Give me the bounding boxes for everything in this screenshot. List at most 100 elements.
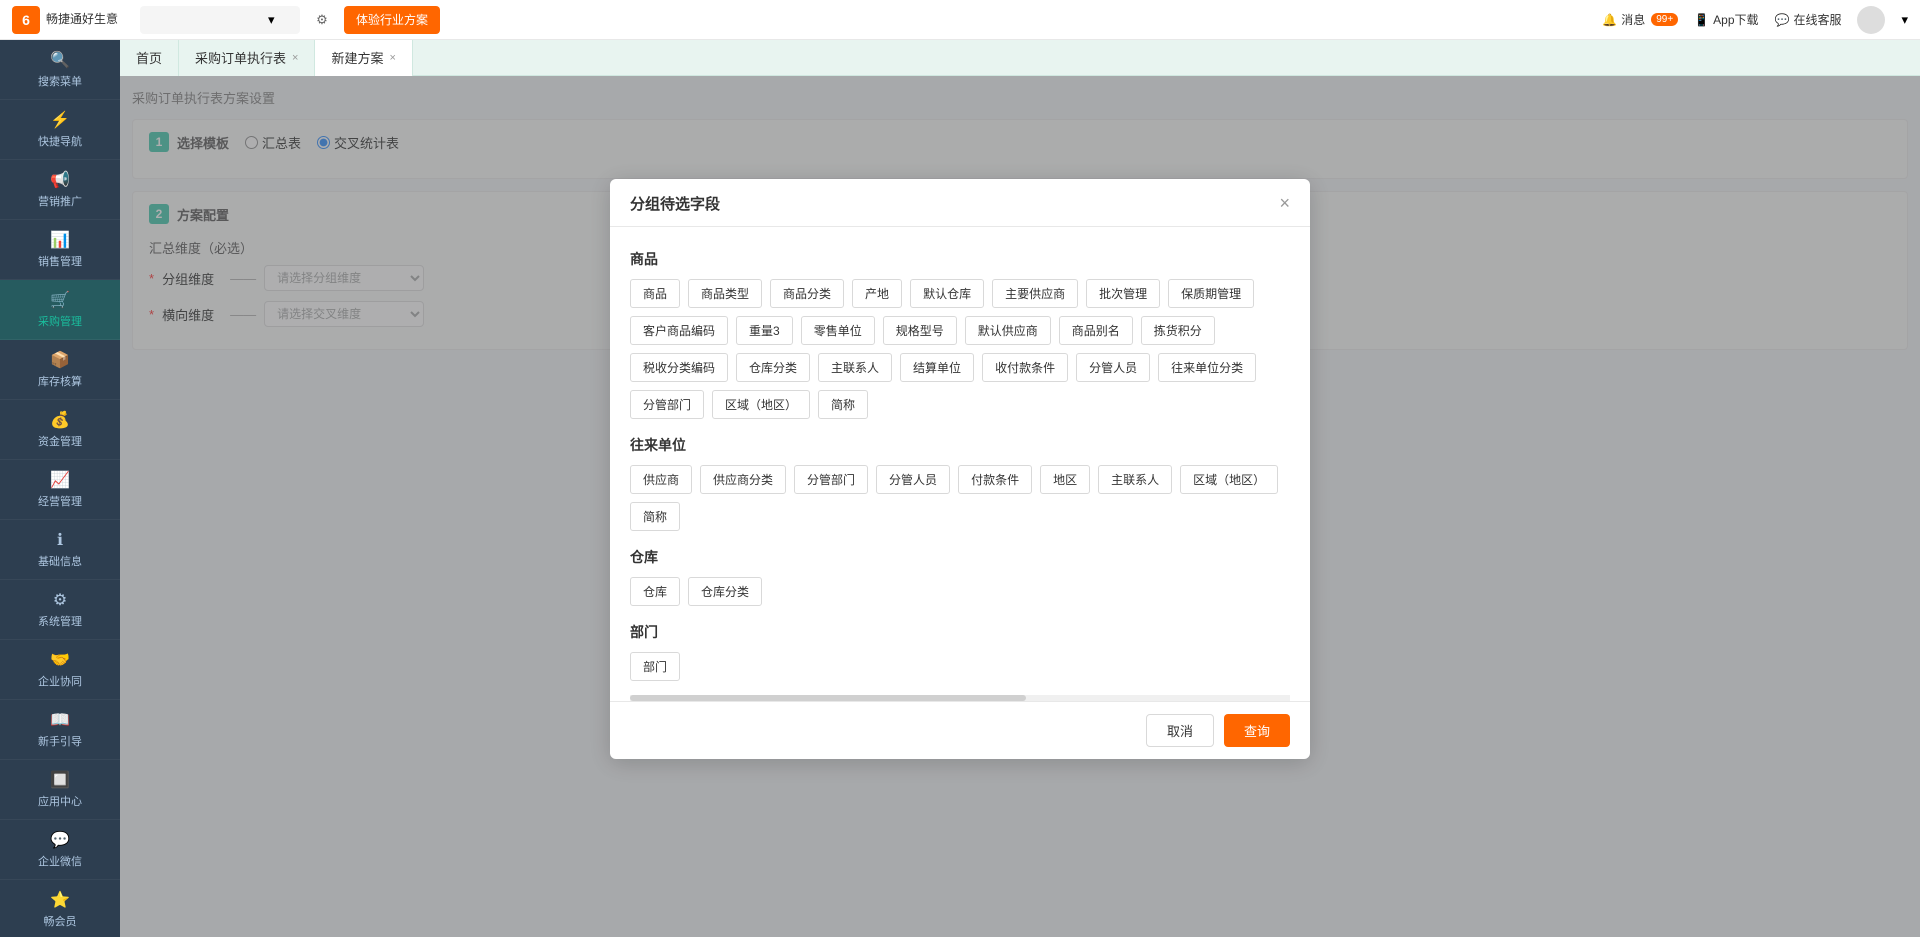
- sidebar-item-wechat[interactable]: 💬 企业微信: [0, 820, 120, 880]
- field-tag[interactable]: 主联系人: [1098, 465, 1172, 494]
- search-input[interactable]: [148, 13, 268, 27]
- modal-close-btn[interactable]: ×: [1279, 194, 1290, 212]
- tab-new-plan[interactable]: 新建方案 ×: [315, 40, 412, 76]
- field-tag[interactable]: 客户商品编码: [630, 316, 728, 345]
- field-tag[interactable]: 往来单位分类: [1158, 353, 1256, 382]
- search-icon: ▾: [268, 12, 275, 28]
- marketing-icon: 📢: [50, 170, 70, 190]
- field-section-title: 部门: [630, 622, 1290, 642]
- notification-label: 消息: [1621, 11, 1645, 28]
- avatar[interactable]: [1857, 6, 1885, 34]
- field-tag[interactable]: 分管人员: [1076, 353, 1150, 382]
- confirm-button[interactable]: 查询: [1224, 714, 1290, 747]
- sidebar-item-operations[interactable]: 📈 经营管理: [0, 460, 120, 520]
- app-download-item[interactable]: 📱 App下载: [1694, 11, 1758, 28]
- field-tag[interactable]: 分管部门: [794, 465, 868, 494]
- field-tag[interactable]: 商品类型: [688, 279, 762, 308]
- app-download-icon: 📱: [1694, 13, 1709, 27]
- field-tag[interactable]: 拣货积分: [1141, 316, 1215, 345]
- field-tag[interactable]: 主要供应商: [992, 279, 1078, 308]
- field-tag[interactable]: 商品别名: [1059, 316, 1133, 345]
- tab-home[interactable]: 首页: [120, 40, 179, 76]
- logo-icon: 6: [12, 6, 40, 34]
- sidebar-item-system[interactable]: ⚙ 系统管理: [0, 580, 120, 640]
- notification-icon: 🔔: [1602, 13, 1617, 27]
- field-tag[interactable]: 供应商: [630, 465, 692, 494]
- field-tag[interactable]: 默认仓库: [910, 279, 984, 308]
- field-grid: 部门: [630, 652, 1290, 681]
- field-tag[interactable]: 部门: [630, 652, 680, 681]
- modal-body: 商品商品商品类型商品分类产地默认仓库主要供应商批次管理保质期管理客户商品编码重量…: [610, 227, 1310, 695]
- field-grid: 商品商品类型商品分类产地默认仓库主要供应商批次管理保质期管理客户商品编码重量3 零…: [630, 279, 1290, 419]
- field-tag[interactable]: 产地: [852, 279, 902, 308]
- online-service-item[interactable]: 💬 在线客服: [1775, 11, 1842, 28]
- field-grid: 供应商供应商分类分管部门分管人员付款条件地区主联系人区域（地区） 简称: [630, 465, 1290, 531]
- sales-icon: 📊: [50, 230, 70, 250]
- sidebar-item-finance[interactable]: 💰 资金管理: [0, 400, 120, 460]
- field-tag[interactable]: 仓库: [630, 577, 680, 606]
- logo-area: 6 畅捷通好生意: [12, 6, 132, 34]
- sidebar-item-inventory[interactable]: 📦 库存核算: [0, 340, 120, 400]
- field-tag[interactable]: 分管人员: [876, 465, 950, 494]
- gear-button[interactable]: ⚙: [308, 6, 336, 34]
- tab-bar: 首页 采购订单执行表 × 新建方案 ×: [120, 40, 1920, 76]
- sidebar-item-enterprise[interactable]: 🤝 企业协同: [0, 640, 120, 700]
- sidebar-item-quick-nav[interactable]: ⚡ 快捷导航: [0, 100, 120, 160]
- sidebar-item-member[interactable]: ⭐ 畅会员: [0, 880, 120, 937]
- header-search-box[interactable]: ▾: [140, 6, 300, 34]
- enterprise-icon: 🤝: [50, 650, 70, 670]
- sidebar-item-marketing[interactable]: 📢 营销推广: [0, 160, 120, 220]
- field-tag[interactable]: 简称: [630, 502, 680, 531]
- top-header: 6 畅捷通好生意 ▾ ⚙ 体验行业方案 🔔 消息 99+ 📱 App下载 💬 在…: [0, 0, 1920, 40]
- field-select-modal: 分组待选字段 × 商品商品商品类型商品分类产地默认仓库主要供应商批次管理保质期管…: [610, 179, 1310, 759]
- field-tag[interactable]: 税收分类编码: [630, 353, 728, 382]
- field-section-title: 仓库: [630, 547, 1290, 567]
- sidebar-item-sales[interactable]: 📊 销售管理: [0, 220, 120, 280]
- member-icon: ⭐: [50, 890, 70, 910]
- system-icon: ⚙: [50, 590, 70, 610]
- field-tag[interactable]: 重量3: [736, 316, 793, 345]
- field-tag[interactable]: 零售单位: [801, 316, 875, 345]
- field-tag[interactable]: 商品分类: [770, 279, 844, 308]
- notification-item[interactable]: 🔔 消息 99+: [1602, 11, 1678, 28]
- field-tag[interactable]: 供应商分类: [700, 465, 786, 494]
- field-tag[interactable]: 规格型号: [883, 316, 957, 345]
- purchase-icon: 🛒: [50, 290, 70, 310]
- notification-badge: 99+: [1651, 13, 1678, 26]
- field-tag[interactable]: 区域（地区）: [1180, 465, 1278, 494]
- header-right: 🔔 消息 99+ 📱 App下载 💬 在线客服 ▾: [1602, 6, 1908, 34]
- field-tag[interactable]: 简称: [818, 390, 868, 419]
- field-tag[interactable]: 区域（地区）: [712, 390, 810, 419]
- field-tag[interactable]: 主联系人: [818, 353, 892, 382]
- field-tag[interactable]: 批次管理: [1086, 279, 1160, 308]
- sidebar-item-app-center[interactable]: 🔲 应用中心: [0, 760, 120, 820]
- field-tag[interactable]: 付款条件: [958, 465, 1032, 494]
- field-tag[interactable]: 分管部门: [630, 390, 704, 419]
- sidebar-item-search[interactable]: 🔍 搜索菜单: [0, 40, 120, 100]
- cancel-button[interactable]: 取消: [1146, 714, 1214, 747]
- tab-close-new-plan[interactable]: ×: [389, 52, 395, 64]
- header-middle: ▾ ⚙ 体验行业方案: [140, 6, 1602, 34]
- tab-close-purchase[interactable]: ×: [292, 52, 298, 64]
- field-section-title: 往来单位: [630, 435, 1290, 455]
- tab-purchase-execution[interactable]: 采购订单执行表 ×: [179, 40, 315, 76]
- field-tag[interactable]: 仓库分类: [688, 577, 762, 606]
- field-tag[interactable]: 商品: [630, 279, 680, 308]
- field-tag[interactable]: 地区: [1040, 465, 1090, 494]
- online-service-label: 在线客服: [1793, 11, 1841, 28]
- field-tag[interactable]: 默认供应商: [965, 316, 1051, 345]
- operations-icon: 📈: [50, 470, 70, 490]
- field-tag[interactable]: 仓库分类: [736, 353, 810, 382]
- wechat-icon: 💬: [50, 830, 70, 850]
- sidebar-item-basic-info[interactable]: ℹ 基础信息: [0, 520, 120, 580]
- field-tag[interactable]: 收付款条件: [982, 353, 1068, 382]
- field-tag[interactable]: 保质期管理: [1168, 279, 1254, 308]
- field-tag[interactable]: 结算单位: [900, 353, 974, 382]
- quick-nav-icon: ⚡: [50, 110, 70, 130]
- sidebar-item-guide[interactable]: 📖 新手引导: [0, 700, 120, 760]
- user-menu-arrow[interactable]: ▾: [1901, 12, 1908, 28]
- inventory-icon: 📦: [50, 350, 70, 370]
- experience-btn[interactable]: 体验行业方案: [344, 6, 440, 34]
- modal-title: 分组待选字段: [630, 193, 720, 214]
- sidebar-item-purchase[interactable]: 🛒 采购管理: [0, 280, 120, 340]
